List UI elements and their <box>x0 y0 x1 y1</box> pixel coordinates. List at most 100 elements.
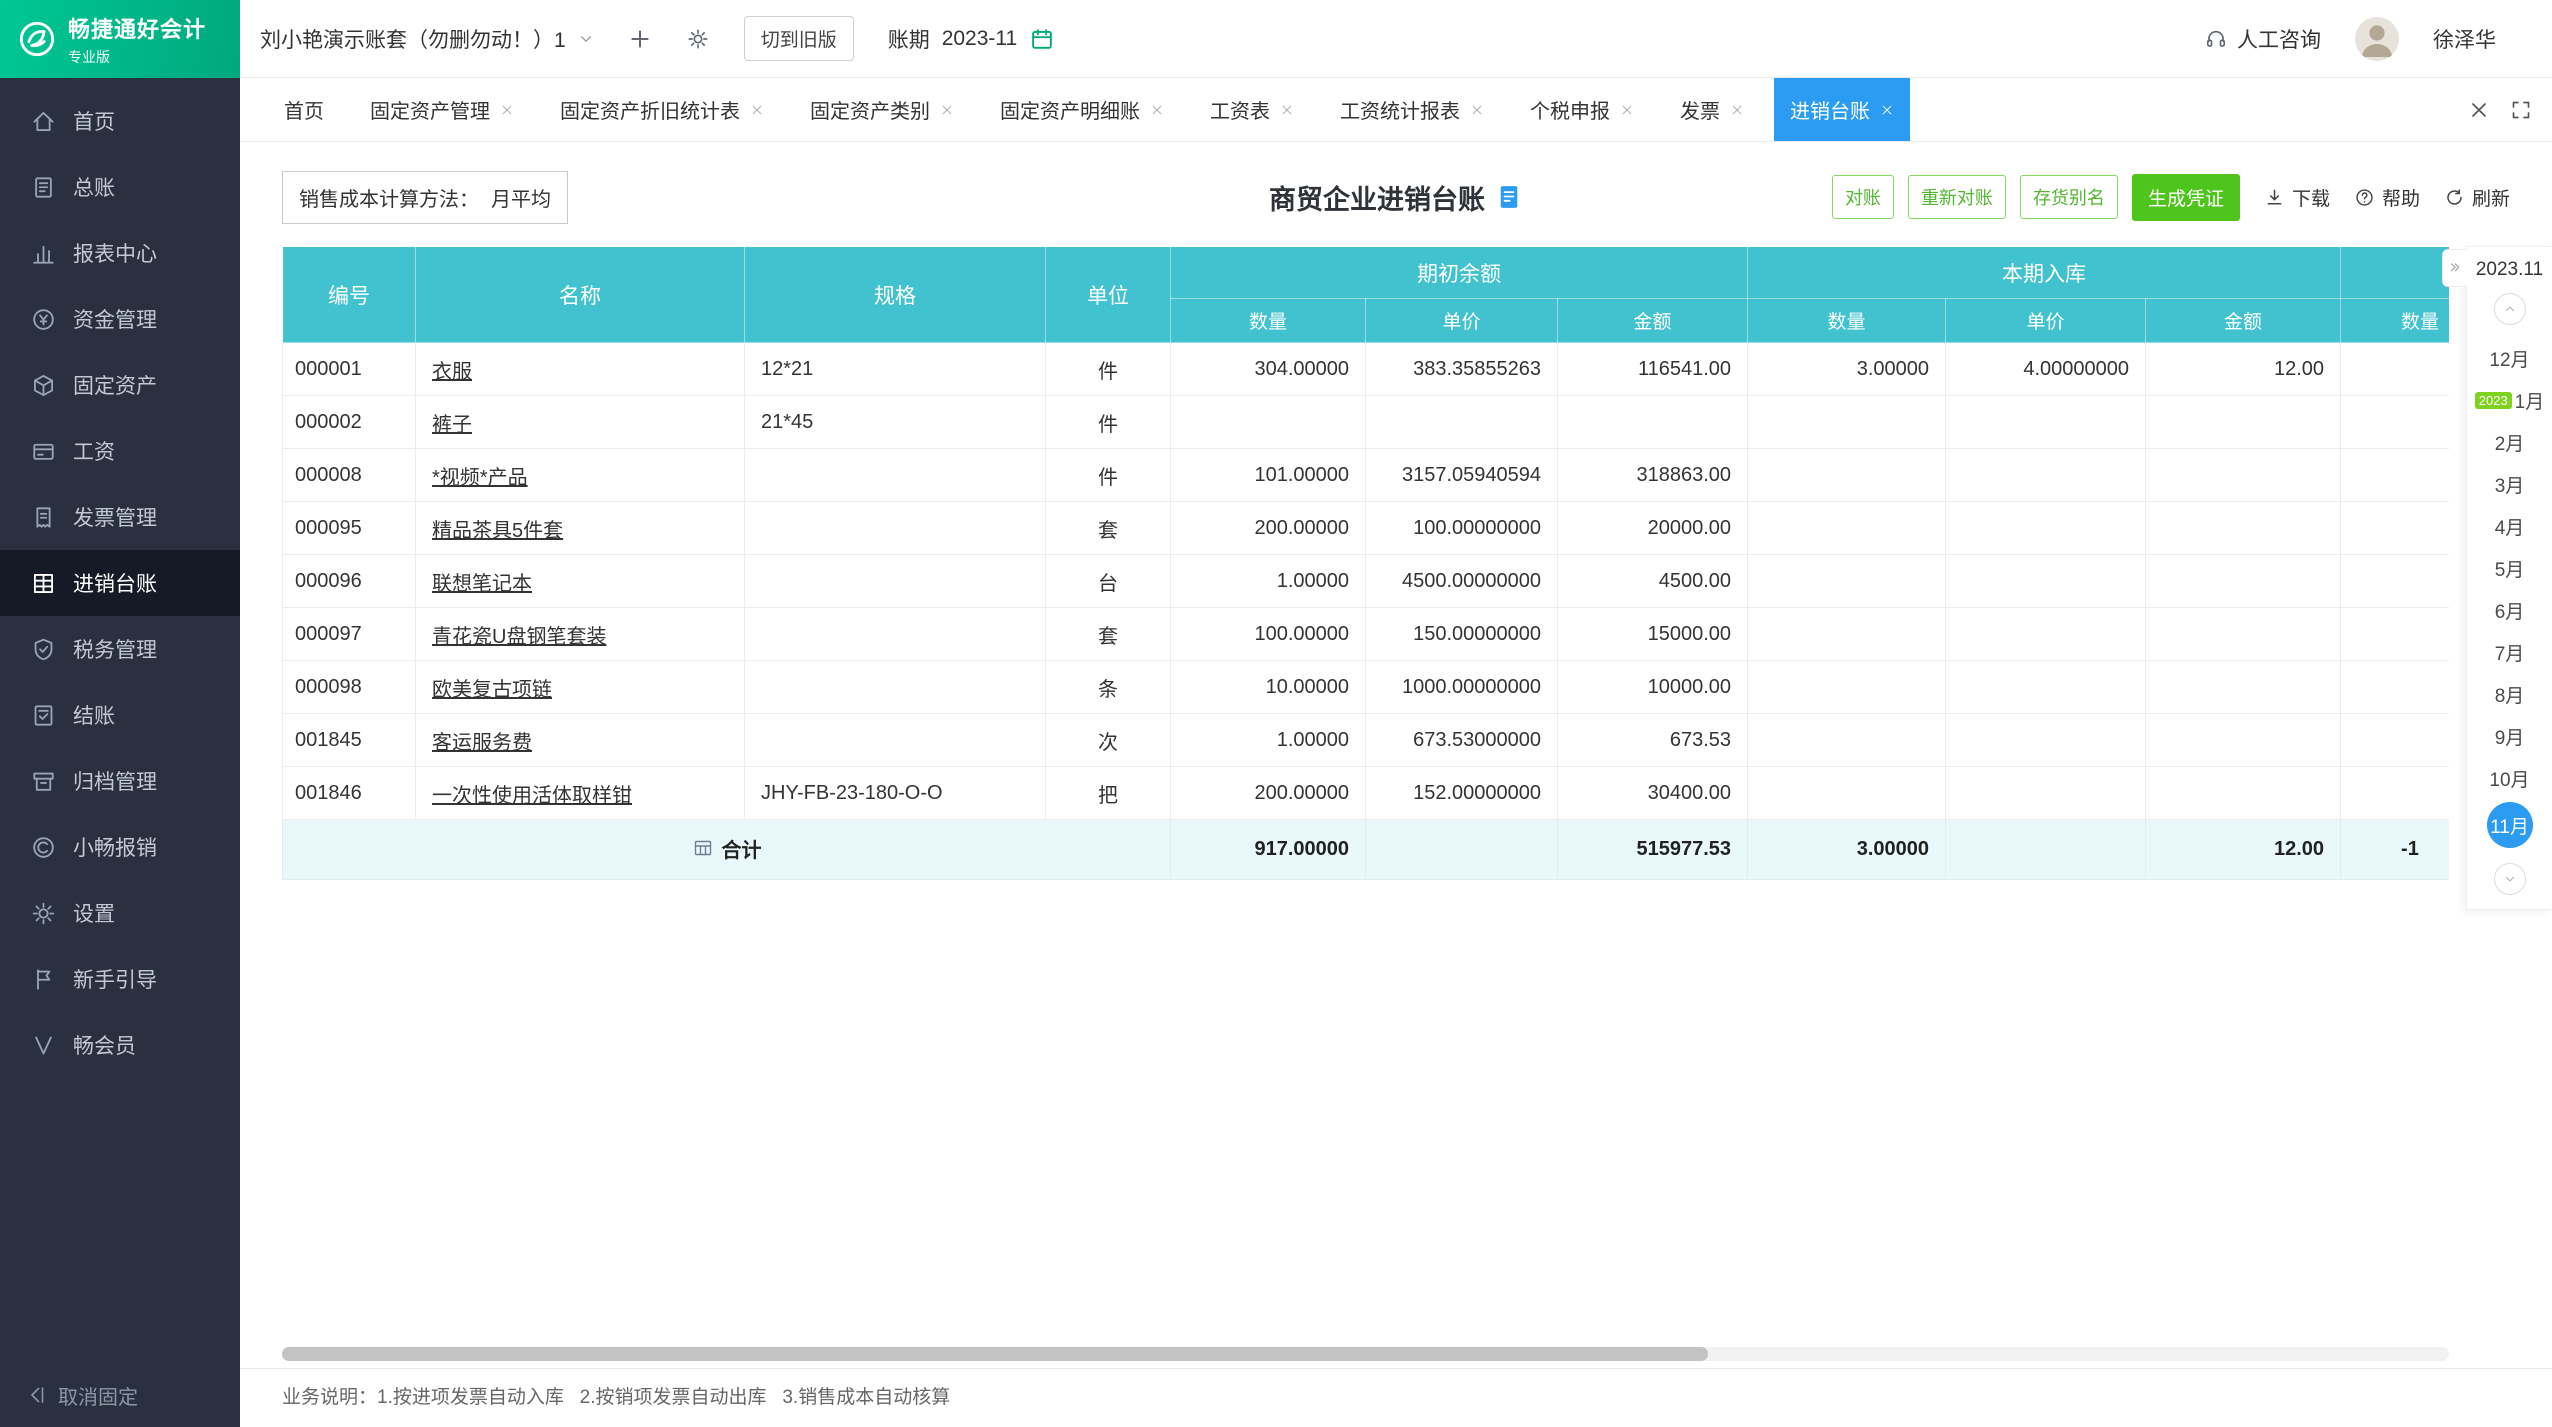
calendar-down-icon[interactable] <box>2493 863 2526 895</box>
calendar-month-10月[interactable]: 10月 <box>2467 757 2552 799</box>
sidebar-item-member[interactable]: 畅会员 <box>0 1012 240 1078</box>
sidebar-item-tax[interactable]: 税务管理 <box>0 616 240 682</box>
table-cell: 000096 <box>282 554 416 608</box>
calendar-month-2月[interactable]: 2月 <box>2467 421 2552 463</box>
item-name-link[interactable]: 欧美复古项链 <box>432 679 552 701</box>
calendar-month-6月[interactable]: 6月 <box>2467 589 2552 631</box>
account-switcher[interactable]: 刘小艳演示账套（勿删勿动！）1 <box>260 24 594 54</box>
tab-个税申报[interactable]: 个税申报 <box>1514 78 1650 141</box>
total-value: -1 <box>2340 819 2449 880</box>
calendar-month-8月[interactable]: 8月 <box>2467 673 2552 715</box>
switch-old-version-button[interactable]: 切到旧版 <box>743 16 854 61</box>
sidebar-item-closing[interactable]: 结账 <box>0 682 240 748</box>
page-title: 商贸企业进销台账 <box>1269 178 1523 217</box>
table-cell <box>744 713 1046 767</box>
topbar: 刘小艳演示账套（勿删勿动！）1 切到旧版 账期 2023-11 人工咨询 徐泽华 <box>240 0 2552 78</box>
sidebar-item-general-ledger[interactable]: 总账 <box>0 154 240 220</box>
sidebar-item-guide[interactable]: 新手引导 <box>0 946 240 1012</box>
item-name-link[interactable]: 联想笔记本 <box>432 573 532 595</box>
inventory-alias-button[interactable]: 存货别名 <box>2019 175 2118 219</box>
tab-close-icon[interactable] <box>1730 103 1744 117</box>
tab-close-icon[interactable] <box>1150 103 1164 117</box>
calendar-month-3月[interactable]: 3月 <box>2467 463 2552 505</box>
summary-grid-icon <box>692 837 714 859</box>
collapse-calendar-icon[interactable] <box>2442 249 2467 287</box>
period-value[interactable]: 2023-11 <box>942 27 1018 51</box>
table-cell <box>2340 554 2449 608</box>
reconcile-button[interactable]: 对账 <box>1831 175 1894 219</box>
tab-close-icon[interactable] <box>1880 103 1894 117</box>
calendar-month-7月[interactable]: 7月 <box>2467 631 2552 673</box>
download-button[interactable]: 下载 <box>2264 184 2330 211</box>
tabbar-controls <box>2468 78 2532 141</box>
table-cell <box>2340 448 2449 502</box>
calendar-month-9月[interactable]: 9月 <box>2467 715 2552 757</box>
re-reconcile-button[interactable]: 重新对账 <box>1907 175 2006 219</box>
item-name-link[interactable]: 精品茶具5件套 <box>432 520 563 542</box>
tab-固定资产明细账[interactable]: 固定资产明细账 <box>984 78 1180 141</box>
calendar-month-5月[interactable]: 5月 <box>2467 547 2552 589</box>
item-name-link[interactable]: 客运服务费 <box>432 732 532 754</box>
table-cell: 200.00000 <box>1170 766 1366 820</box>
sidebar-item-home[interactable]: 首页 <box>0 88 240 154</box>
unpin-button[interactable]: 取消固定 <box>0 1363 240 1427</box>
horizontal-scrollbar[interactable] <box>282 1347 1708 1361</box>
close-all-tabs-icon[interactable] <box>2468 99 2490 121</box>
tab-首页[interactable]: 首页 <box>268 78 340 141</box>
calendar-month-11月[interactable]: 11月 <box>2467 799 2552 851</box>
avatar[interactable] <box>2355 16 2399 61</box>
tab-close-icon[interactable] <box>940 103 954 117</box>
tab-close-icon[interactable] <box>750 103 764 117</box>
sidebar-item-archive[interactable]: 归档管理 <box>0 748 240 814</box>
sidebar-item-fixed-assets[interactable]: 固定资产 <box>0 352 240 418</box>
month-label: 5月 <box>2494 559 2525 581</box>
sidebar-item-funds[interactable]: 资金管理 <box>0 286 240 352</box>
table-cell: 100.00000 <box>1170 607 1366 661</box>
table-cell: 673.53 <box>1556 713 1749 767</box>
tab-工资表[interactable]: 工资表 <box>1194 78 1310 141</box>
sidebar-item-settings[interactable]: 设置 <box>0 880 240 946</box>
calendar-icon[interactable] <box>1029 26 1055 52</box>
tab-工资统计报表[interactable]: 工资统计报表 <box>1324 78 1500 141</box>
generate-voucher-button[interactable]: 生成凭证 <box>2131 173 2240 221</box>
calendar-up-icon[interactable] <box>2493 293 2526 325</box>
table-cell <box>2340 342 2449 396</box>
item-name-link[interactable]: 一次性使用活体取样钳 <box>432 785 632 807</box>
sidebar-item-reimburse[interactable]: 小畅报销 <box>0 814 240 880</box>
tab-进销台账[interactable]: 进销台账 <box>1774 78 1910 141</box>
tab-close-icon[interactable] <box>1620 103 1634 117</box>
item-name-link[interactable]: *视频*产品 <box>432 467 528 489</box>
item-name-link[interactable]: 裤子 <box>432 414 472 436</box>
total-label-cell: 合计 <box>282 819 1171 880</box>
help-button[interactable]: 帮助 <box>2354 184 2420 211</box>
tab-固定资产管理[interactable]: 固定资产管理 <box>354 78 530 141</box>
item-name-link[interactable]: 青花瓷U盘钢笔套装 <box>432 626 606 648</box>
sidebar-item-purchase-sale-ledger[interactable]: 进销台账 <box>0 550 240 616</box>
username: 徐泽华 <box>2433 28 2496 52</box>
footer-divider <box>240 1368 2552 1369</box>
support-link[interactable]: 人工咨询 <box>2204 24 2321 54</box>
refresh-button[interactable]: 刷新 <box>2444 184 2510 211</box>
column-header: 金额 <box>2145 298 2342 343</box>
tab-固定资产折旧统计表[interactable]: 固定资产折旧统计表 <box>544 78 780 141</box>
calendar-month-1月[interactable]: 2023 1月 <box>2467 379 2552 421</box>
brand-text: 畅捷通好会计 专业版 <box>68 12 206 67</box>
sidebar-item-report-center[interactable]: 报表中心 <box>0 220 240 286</box>
calendar-month-12月[interactable]: 12月 <box>2467 337 2552 379</box>
document-icon[interactable] <box>1495 183 1523 211</box>
item-name-link[interactable]: 衣服 <box>432 361 472 383</box>
table-cell <box>1747 501 1947 555</box>
table-cell: 件 <box>1045 342 1171 396</box>
calendar-month-4月[interactable]: 4月 <box>2467 505 2552 547</box>
help-icon <box>2354 187 2375 208</box>
gear-icon[interactable] <box>686 27 710 51</box>
add-icon[interactable] <box>628 27 652 51</box>
tab-固定资产类别[interactable]: 固定资产类别 <box>794 78 970 141</box>
tab-close-icon[interactable] <box>500 103 514 117</box>
sidebar-item-salary[interactable]: 工资 <box>0 418 240 484</box>
tab-close-icon[interactable] <box>1470 103 1484 117</box>
fullscreen-icon[interactable] <box>2510 99 2532 121</box>
sidebar-item-invoice[interactable]: 发票管理 <box>0 484 240 550</box>
tab-发票[interactable]: 发票 <box>1664 78 1760 141</box>
tab-close-icon[interactable] <box>1280 103 1294 117</box>
